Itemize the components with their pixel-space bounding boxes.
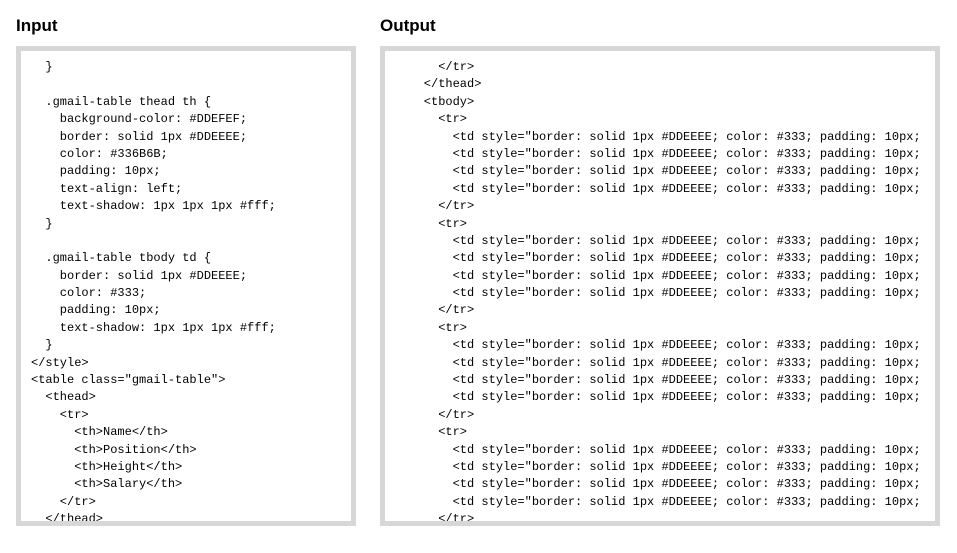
input-heading: Input [16, 16, 356, 36]
output-code: </tr> </thead> <tbody> <tr> <td style="b… [395, 59, 925, 526]
output-heading: Output [380, 16, 940, 36]
output-column: Output </tr> </thead> <tbody> <tr> <td s… [380, 16, 940, 526]
two-column-layout: Input } .gmail-table thead th { backgrou… [16, 16, 941, 526]
input-codebox: } .gmail-table thead th { background-col… [16, 46, 356, 526]
output-codebox: </tr> </thead> <tbody> <tr> <td style="b… [380, 46, 940, 526]
input-column: Input } .gmail-table thead th { backgrou… [16, 16, 356, 526]
input-code: } .gmail-table thead th { background-col… [31, 59, 341, 526]
